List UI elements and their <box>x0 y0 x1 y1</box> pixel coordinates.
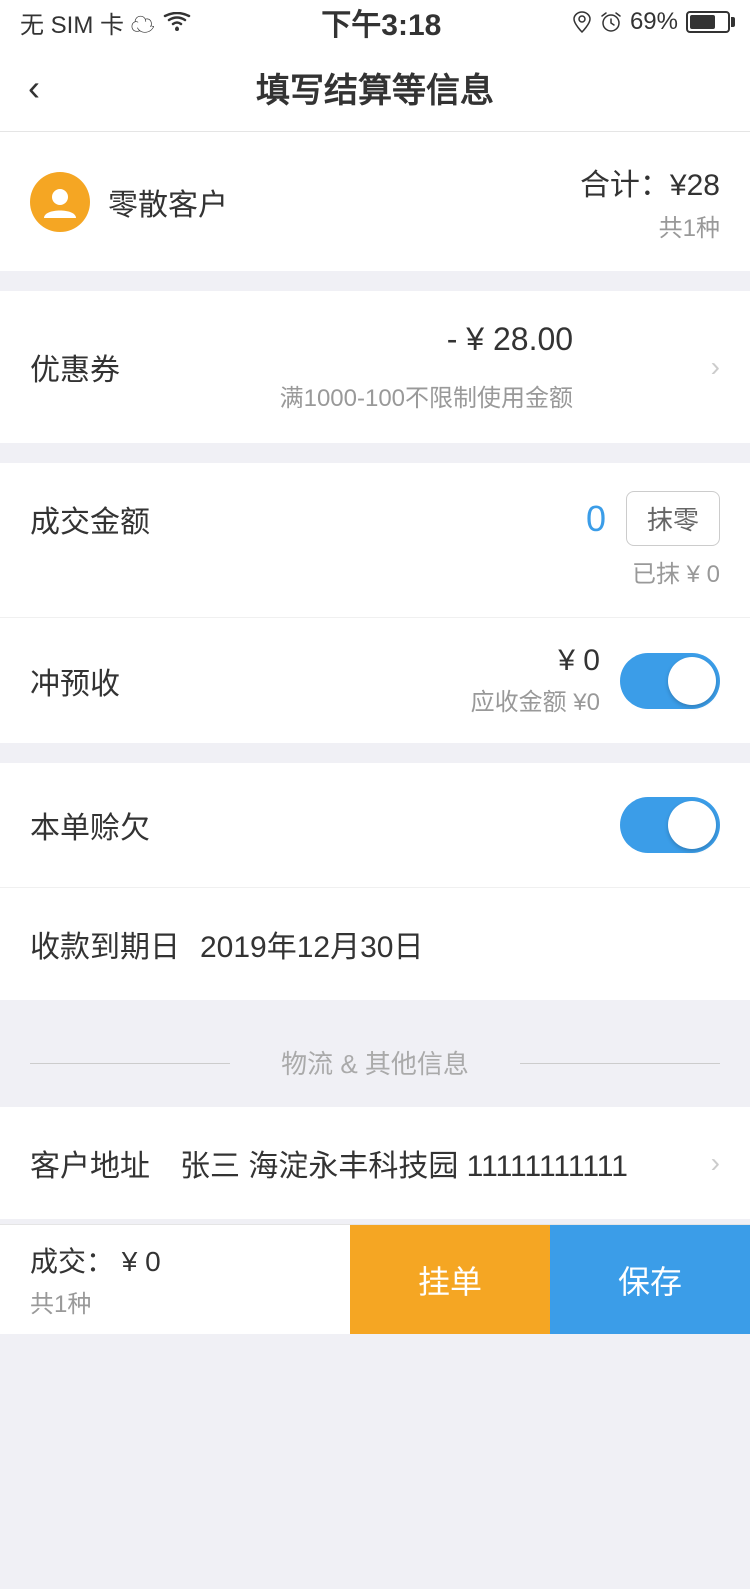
status-right: 69% <box>572 8 730 36</box>
advance-amount: ¥ 0 <box>471 644 600 678</box>
sim-label: 无 SIM 卡 ☁ <box>20 5 155 40</box>
customer-avatar <box>30 172 90 232</box>
debt-section: 本单赊欠 收款到期日 2019年12月30日 <box>0 763 750 1000</box>
pending-button[interactable]: 挂单 <box>350 1225 550 1334</box>
advance-right: ¥ 0 应收金额 ¥0 <box>471 644 720 717</box>
advance-row: 冲预收 ¥ 0 应收金额 ¥0 <box>0 618 750 743</box>
bottom-bar: 成交： ¥ 0 共1种 挂单 保存 <box>0 1224 750 1334</box>
address-chevron: › <box>711 1147 720 1179</box>
battery-percent: 69% <box>630 8 678 36</box>
address-row[interactable]: 客户地址 张三 海淀永丰科技园 11111111111 › <box>0 1107 750 1219</box>
wifi-icon <box>163 12 191 32</box>
customer-name: 零散客户 <box>108 180 228 224</box>
status-bar: 无 SIM 卡 ☁ 下午3:18 69% <box>0 0 750 44</box>
bottom-count: 共1种 <box>30 1284 320 1319</box>
address-label: 客户地址 <box>30 1141 150 1185</box>
back-button[interactable]: ‹ <box>28 67 40 109</box>
nav-bar: ‹ 填写结算等信息 <box>0 44 750 132</box>
page-title: 填写结算等信息 <box>256 63 494 112</box>
customer-left: 零散客户 <box>30 172 228 232</box>
round-zero-button[interactable]: 抹零 <box>626 491 720 546</box>
coupon-value: - ¥ 28.00 满1000-100不限制使用金额 <box>280 321 573 413</box>
status-time: 下午3:18 <box>321 0 441 44</box>
advance-toggle[interactable] <box>620 653 720 709</box>
logistics-label: 物流 & 其他信息 <box>281 1049 469 1079</box>
debt-toggle-knob <box>668 801 716 849</box>
due-date-row[interactable]: 收款到期日 2019年12月30日 <box>0 887 750 1000</box>
save-button[interactable]: 保存 <box>550 1225 750 1334</box>
address-value: 张三 海淀永丰科技园 11111111111 <box>180 1141 703 1185</box>
debt-label: 本单赊欠 <box>30 803 150 847</box>
content: 零散客户 合计：¥28 共1种 优惠券 - ¥ 28.00 满1000-100不… <box>0 132 750 1589</box>
coupon-label: 优惠券 <box>30 345 150 389</box>
customer-count: 共1种 <box>580 208 720 243</box>
coupon-section: 优惠券 - ¥ 28.00 满1000-100不限制使用金额 › <box>0 291 750 443</box>
transaction-label: 成交金额 <box>30 497 150 541</box>
debt-toggle[interactable] <box>620 797 720 853</box>
user-icon <box>42 184 78 220</box>
debt-row: 本单赊欠 <box>0 763 750 887</box>
alarm-icon <box>600 11 622 33</box>
due-date-value: 2019年12月30日 <box>200 922 423 966</box>
coupon-desc: 满1000-100不限制使用金额 <box>280 378 573 413</box>
bottom-deal: 成交： ¥ 0 <box>30 1240 320 1280</box>
transaction-sub: 已抹 ¥ 0 <box>632 561 720 588</box>
due-date-label: 收款到期日 <box>30 922 180 966</box>
coupon-discount: - ¥ 28.00 <box>447 321 573 358</box>
battery-icon <box>686 11 730 33</box>
transaction-value[interactable]: 0 <box>506 498 606 540</box>
advance-toggle-knob <box>668 657 716 705</box>
coupon-chevron: › <box>711 351 720 383</box>
advance-amounts: ¥ 0 应收金额 ¥0 <box>471 644 600 717</box>
coupon-row[interactable]: 优惠券 - ¥ 28.00 满1000-100不限制使用金额 › <box>0 291 750 443</box>
bottom-info: 成交： ¥ 0 共1种 <box>0 1225 350 1334</box>
status-left: 无 SIM 卡 ☁ <box>20 5 191 40</box>
customer-total: 合计：¥28 <box>580 160 720 204</box>
customer-section: 零散客户 合计：¥28 共1种 <box>0 132 750 271</box>
customer-right: 合计：¥28 共1种 <box>580 160 720 243</box>
logistics-header: 物流 & 其他信息 <box>0 1020 750 1105</box>
location-icon <box>572 11 592 33</box>
advance-label: 冲预收 <box>30 659 150 703</box>
transaction-section: 成交金额 0 抹零 已抹 ¥ 0 冲预收 ¥ 0 应收金额 ¥0 <box>0 463 750 743</box>
advance-receivable: 应收金额 ¥0 <box>471 682 600 717</box>
